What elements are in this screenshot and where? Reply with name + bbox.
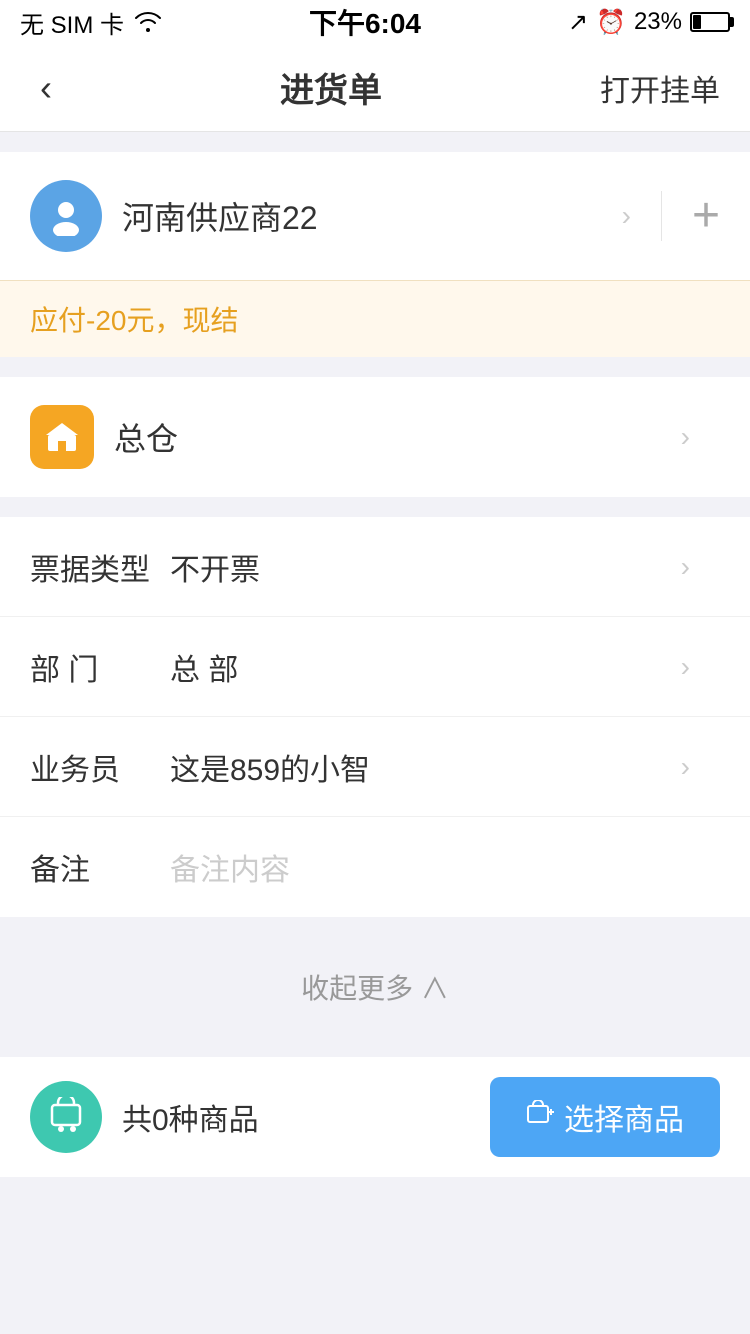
supplier-avatar <box>30 180 102 252</box>
person-icon <box>46 196 86 236</box>
invoice-type-label: 票据类型 <box>30 545 170 589</box>
select-product-label: 选择商品 <box>564 1095 684 1139</box>
salesperson-value: 这是859的小智 <box>170 745 681 789</box>
add-supplier-button[interactable]: + <box>692 192 720 240</box>
invoice-type-chevron: › <box>681 551 690 583</box>
form-section: 票据类型 不开票 › 部 门 总 部 › 业务员 这是859的小智 › 备注 备… <box>0 517 750 917</box>
department-label: 部 门 <box>30 645 170 689</box>
invoice-type-row[interactable]: 票据类型 不开票 › <box>0 517 750 617</box>
vertical-divider <box>661 191 662 241</box>
back-button[interactable]: ‹ <box>30 57 62 119</box>
alarm-icon: ⏰ <box>596 8 626 37</box>
department-row[interactable]: 部 门 总 部 › <box>0 617 750 717</box>
salesperson-label: 业务员 <box>30 745 170 789</box>
salesperson-chevron: › <box>681 751 690 783</box>
product-count-label: 共0种商品 <box>122 1095 490 1139</box>
notice-text: 应付-20元，现结 <box>30 305 238 336</box>
wifi-icon <box>134 12 162 32</box>
status-bar: 无 SIM 卡 下午6:04 ↗ ⏰ 23% <box>0 0 750 44</box>
supplier-name: 河南供应商22 <box>122 193 622 239</box>
battery-icon <box>690 12 730 32</box>
supplier-card: 河南供应商22 › + 应付-20元，现结 <box>0 152 750 357</box>
warehouse-name: 总仓 <box>114 414 681 460</box>
status-left: 无 SIM 卡 <box>20 5 162 40</box>
location-icon: ↗ <box>568 8 588 37</box>
warehouse-icon <box>44 419 80 455</box>
collapse-label: 收起更多 ∧ <box>301 973 449 1004</box>
select-product-icon <box>526 1100 554 1135</box>
carrier-label: 无 SIM 卡 <box>20 5 124 40</box>
product-bar: 共0种商品 选择商品 <box>0 1057 750 1177</box>
cart-icon <box>46 1097 86 1137</box>
open-pending-button[interactable]: 打开挂单 <box>600 66 720 110</box>
remark-input[interactable]: 备注内容 <box>170 845 720 889</box>
notice-banner: 应付-20元，现结 <box>0 280 750 357</box>
salesperson-row[interactable]: 业务员 这是859的小智 › <box>0 717 750 817</box>
invoice-type-value: 不开票 <box>170 545 681 589</box>
department-value: 总 部 <box>170 645 681 689</box>
page-title: 进货单 <box>280 63 382 112</box>
battery-label: 23% <box>634 8 682 36</box>
warehouse-row[interactable]: 总仓 › <box>0 377 750 497</box>
supplier-chevron-icon: › <box>622 200 631 232</box>
remark-row[interactable]: 备注 备注内容 <box>0 817 750 917</box>
remark-label: 备注 <box>30 845 170 889</box>
warehouse-icon-wrap <box>30 405 94 469</box>
product-icon-wrap <box>30 1081 102 1153</box>
status-right: ↗ ⏰ 23% <box>568 8 730 37</box>
collapse-button[interactable]: 收起更多 ∧ <box>0 937 750 1037</box>
select-product-button[interactable]: 选择商品 <box>490 1077 720 1157</box>
add-cart-icon <box>526 1100 554 1128</box>
nav-bar: ‹ 进货单 打开挂单 <box>0 44 750 132</box>
supplier-row[interactable]: 河南供应商22 › + <box>0 152 750 280</box>
gap-1 <box>0 132 750 152</box>
status-time: 下午6:04 <box>309 2 421 42</box>
warehouse-chevron-icon: › <box>681 421 690 453</box>
department-chevron: › <box>681 651 690 683</box>
